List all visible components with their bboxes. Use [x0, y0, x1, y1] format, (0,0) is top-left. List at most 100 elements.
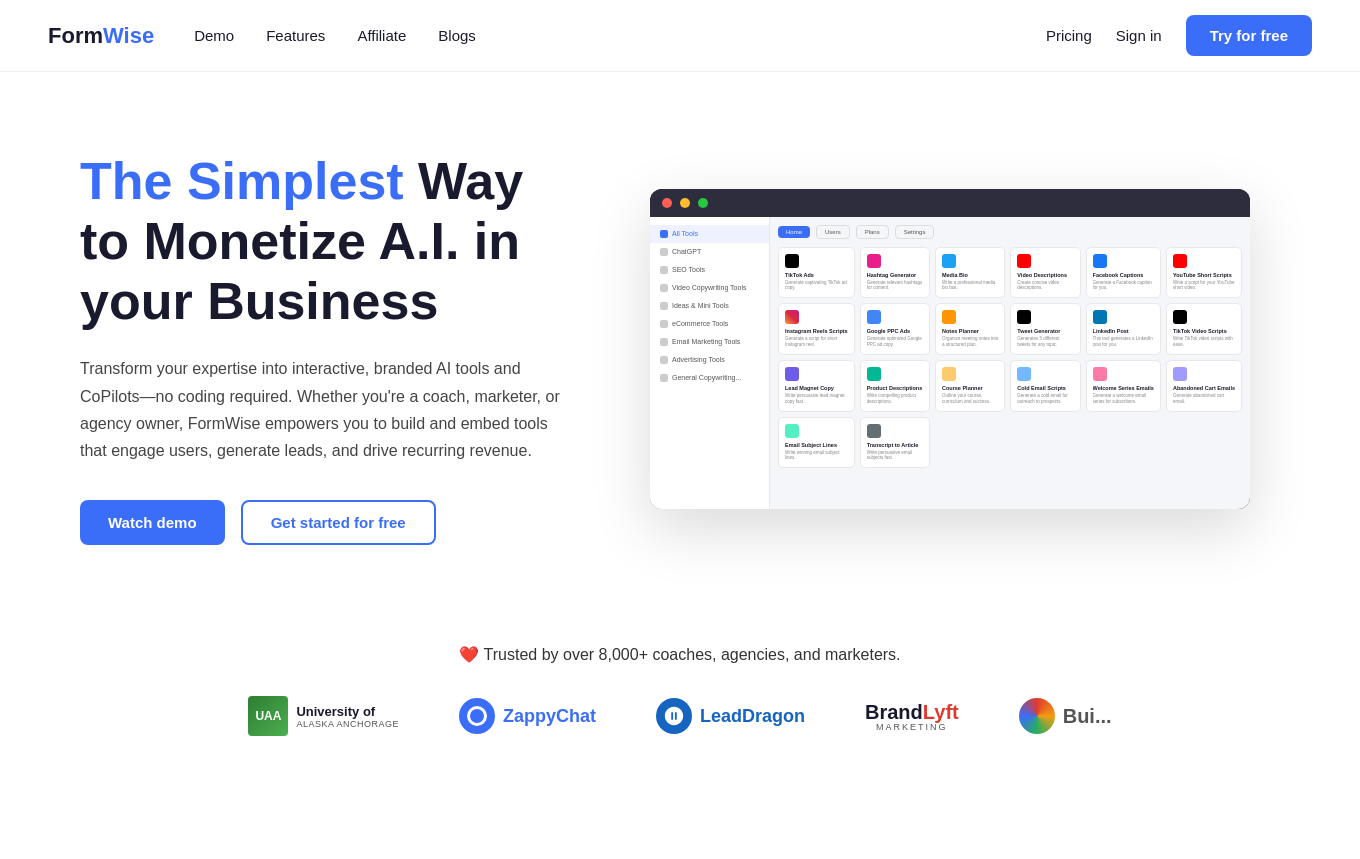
logos-row: UAA University of Alaska Anchorage Zappy…: [80, 696, 1280, 736]
tool-icon-notes: [942, 310, 956, 324]
tool-icon-facebook: [1093, 254, 1107, 268]
tool-card-instagram: Instagram Reels Scripts Generate a scrip…: [778, 303, 855, 355]
tool-name: YouTube Short Scripts: [1173, 272, 1235, 278]
tool-card-tweet: Tweet Generator Generates 5 different tw…: [1010, 303, 1080, 355]
tool-card-linkedin: LinkedIn Post This tool generates a Link…: [1086, 303, 1161, 355]
tool-desc: Generate relevant hashtags for content.: [867, 280, 923, 292]
tool-card-tiktok-video: TikTok Video Scripts Write TikTok video …: [1166, 303, 1242, 355]
try-for-free-button[interactable]: Try for free: [1186, 15, 1312, 56]
zappy-name: ZappyChat: [503, 706, 596, 727]
tool-name: Video Descriptions: [1017, 272, 1073, 278]
tool-desc: Write a professional media bio fast.: [942, 280, 998, 292]
logo-wise: Wise: [103, 23, 154, 49]
uaa-title: University of: [296, 704, 399, 719]
tool-card-cold-email: Cold Email Scripts Generate a cold email…: [1010, 360, 1080, 412]
hero-title: The Simplest Wayto Monetize A.I. inyour …: [80, 152, 560, 331]
tool-name: Course Planner: [942, 385, 998, 391]
tool-desc: Generate a cold email for outreach to pr…: [1017, 393, 1073, 405]
general-icon: [660, 374, 668, 382]
brandlyft-logo: BrandLyft MARKETING: [865, 701, 959, 732]
tool-card-tiktok-ads: TikTok Ads Generate captivating TikTok a…: [778, 247, 855, 299]
tool-card-welcome: Welcome Series Emails Generate a welcome…: [1086, 360, 1161, 412]
advertising-icon: [660, 356, 668, 364]
leaddragon-logo: LeadDragon: [656, 698, 805, 734]
nav-link-demo[interactable]: Demo: [194, 27, 234, 44]
nav-pricing-link[interactable]: Pricing: [1046, 27, 1092, 44]
email-icon: [660, 338, 668, 346]
tool-desc: Generate optimized Google PPC ad copy.: [867, 336, 923, 348]
tool-card-abandoned: Abandoned Cart Emails Generate abandoned…: [1166, 360, 1242, 412]
tool-desc: Generate a script for short Instagram re…: [785, 336, 848, 348]
tool-name: Notes Planner: [942, 328, 998, 334]
seo-icon: [660, 266, 668, 274]
ecommerce-icon: [660, 320, 668, 328]
tool-name: Google PPC Ads: [867, 328, 923, 334]
zappy-icon: [459, 698, 495, 734]
brand-main: Brand: [865, 701, 923, 723]
tool-name: TikTok Ads: [785, 272, 848, 278]
tool-icon-course: [942, 367, 956, 381]
tool-icon-youtube: [1173, 254, 1187, 268]
toolbar-tab-home: Home: [778, 226, 810, 238]
tool-desc: Generate a welcome email series for subs…: [1093, 393, 1154, 405]
tool-icon-product: [867, 367, 881, 381]
get-started-button[interactable]: Get started for free: [241, 500, 436, 545]
tool-name: Facebook Captions: [1093, 272, 1154, 278]
all-tools-icon: [660, 230, 668, 238]
hero-buttons: Watch demo Get started for free: [80, 500, 560, 545]
sidebar-item-ecommerce: eCommerce Tools: [650, 315, 769, 333]
tool-icon-media: [942, 254, 956, 268]
nav-link-affiliate[interactable]: Affiliate: [357, 27, 406, 44]
tool-desc: Write compelling product descriptions.: [867, 393, 923, 405]
logo[interactable]: FormWise: [48, 23, 154, 49]
sidebar-item-chatgpt: ChatGPT: [650, 243, 769, 261]
trusted-section: ❤️ Trusted by over 8,000+ coaches, agenc…: [0, 605, 1360, 776]
tool-desc: Generate captivating TikTok ad copy.: [785, 280, 848, 292]
tool-card-facebook: Facebook Captions Generate a Facebook ca…: [1086, 247, 1161, 299]
window-minimize-dot: [680, 198, 690, 208]
tool-card-course: Course Planner Outline your course, curr…: [935, 360, 1005, 412]
watch-demo-button[interactable]: Watch demo: [80, 500, 225, 545]
uaa-icon: UAA: [248, 696, 288, 736]
tool-name: Tweet Generator: [1017, 328, 1073, 334]
zappychat-logo: ZappyChat: [459, 698, 596, 734]
sidebar-item-advertising: Advertising Tools: [650, 351, 769, 369]
heart-icon: ❤️: [459, 646, 479, 663]
tool-card-media-bio: Media Bio Write a professional media bio…: [935, 247, 1005, 299]
window-close-dot: [662, 198, 672, 208]
sidebar-item-email: Email Marketing Tools: [650, 333, 769, 351]
sidebar-item-video-copy: Video Copywriting Tools: [650, 279, 769, 297]
brand-sub: MARKETING: [865, 722, 959, 732]
tool-card-video-desc: Video Descriptions Create concise video …: [1010, 247, 1080, 299]
tool-desc: This tool generates a LinkedIn post for …: [1093, 336, 1154, 348]
screenshot-sidebar: All Tools ChatGPT SEO Tools Video Copywr…: [650, 217, 770, 509]
tool-icon-tiktok2: [1173, 310, 1187, 324]
tool-desc: Write persuasive email subjects fast.: [867, 450, 923, 462]
nav-link-blogs[interactable]: Blogs: [438, 27, 476, 44]
nav-link-features[interactable]: Features: [266, 27, 325, 44]
hero-right: All Tools ChatGPT SEO Tools Video Copywr…: [620, 189, 1280, 509]
toolbar-tab-plans: Plans: [856, 225, 889, 239]
tool-icon-google: [867, 310, 881, 324]
screenshot-toolbar: Home Users Plans Settings: [778, 225, 1242, 239]
tool-icon-abandoned: [1173, 367, 1187, 381]
tool-card-product: Product Descriptions Write compelling pr…: [860, 360, 930, 412]
nav-left: FormWise Demo Features Affiliate Blogs: [48, 23, 476, 49]
uaa-text: University of Alaska Anchorage: [296, 704, 399, 729]
tool-card-transcript: Transcript to Article Write persuasive e…: [860, 417, 930, 469]
hero-left: The Simplest Wayto Monetize A.I. inyour …: [80, 152, 560, 545]
uaa-subtitle: Alaska Anchorage: [296, 719, 399, 729]
trusted-message: Trusted by over 8,000+ coaches, agencies…: [484, 646, 901, 663]
nav-signin-link[interactable]: Sign in: [1116, 27, 1162, 44]
tool-name: Cold Email Scripts: [1017, 385, 1073, 391]
window-maximize-dot: [698, 198, 708, 208]
sidebar-item-all-tools: All Tools: [650, 225, 769, 243]
toolbar-tab-settings: Settings: [895, 225, 935, 239]
tool-name: Hashtag Generator: [867, 272, 923, 278]
toolbar-tab-users: Users: [816, 225, 850, 239]
uaa-logo: UAA University of Alaska Anchorage: [248, 696, 399, 736]
tool-name: Product Descriptions: [867, 385, 923, 391]
hero-section: The Simplest Wayto Monetize A.I. inyour …: [0, 72, 1360, 605]
tool-desc: Generate a Facebook caption for you.: [1093, 280, 1154, 292]
nav-links: Demo Features Affiliate Blogs: [194, 27, 476, 45]
